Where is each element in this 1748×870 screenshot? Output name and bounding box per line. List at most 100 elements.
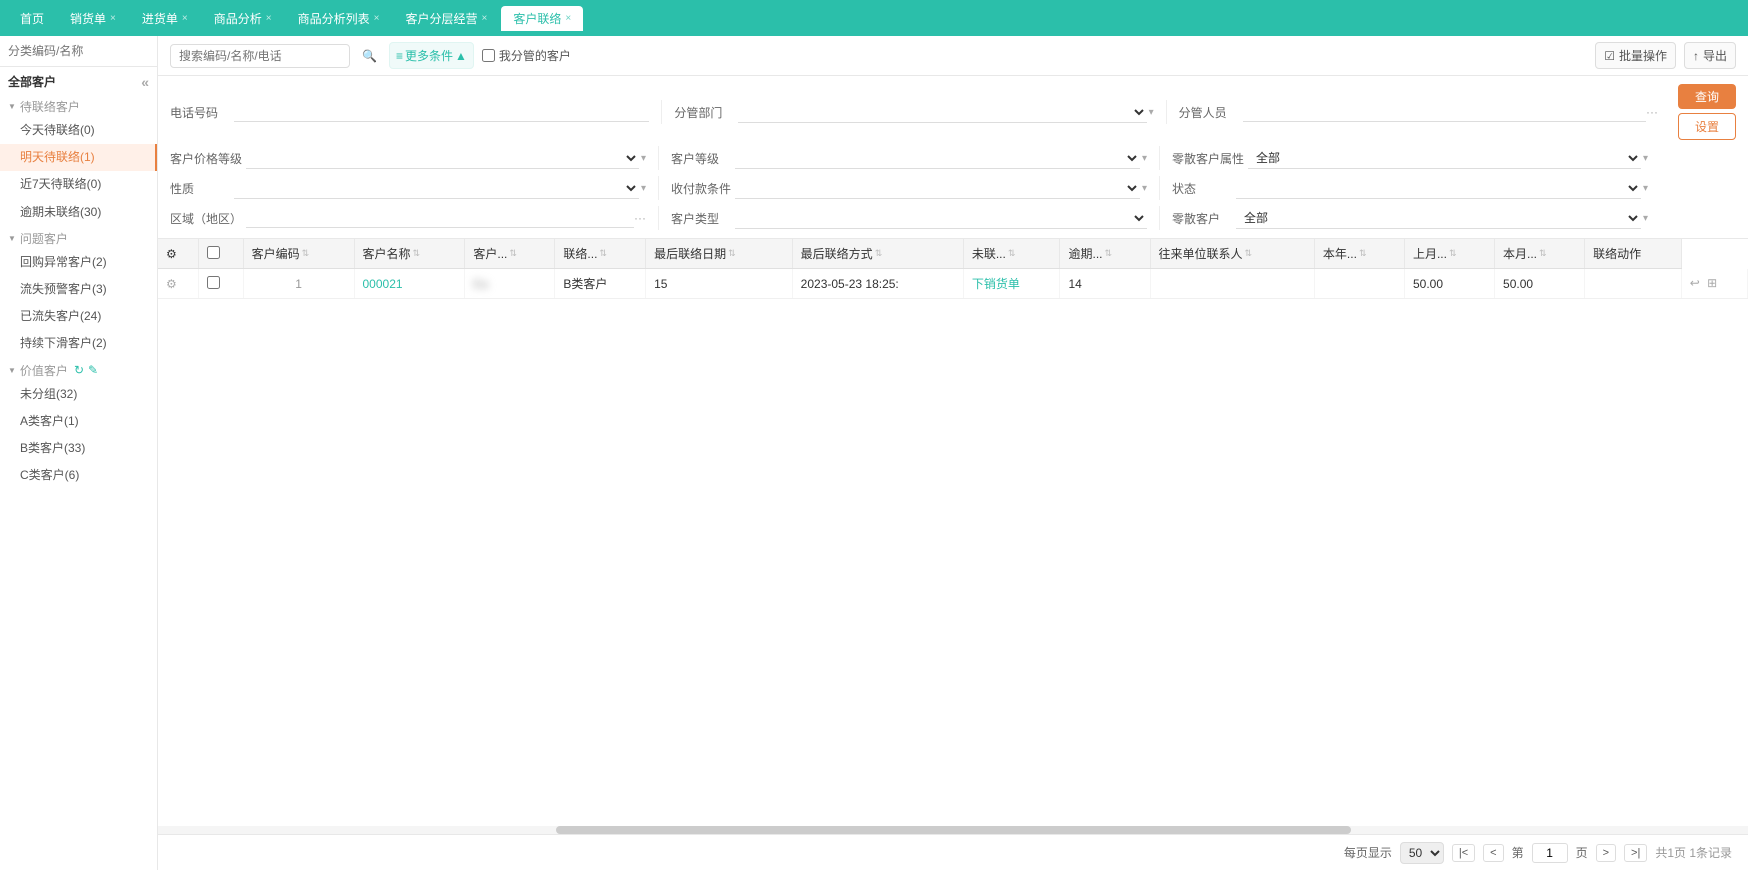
sidebar-item-declining[interactable]: 持续下滑客户(2)	[0, 330, 157, 357]
page-number-input[interactable]	[1532, 843, 1568, 863]
manager-more-icon[interactable]: ···	[1646, 105, 1658, 119]
close-customer-contact[interactable]: ×	[565, 13, 571, 24]
col-action[interactable]: 联络动作	[1585, 239, 1682, 269]
collapse-sidebar-btn[interactable]: «	[141, 74, 149, 90]
prev-page-btn[interactable]: <	[1483, 844, 1503, 862]
retail-cust-select[interactable]: 全部	[1236, 208, 1641, 229]
row-overdue	[1150, 269, 1314, 299]
cust-value-select[interactable]	[246, 148, 639, 169]
first-page-btn[interactable]: |<	[1452, 844, 1475, 862]
filter-row-4: 区域（地区） ··· 客户类型 零散客户 全部 ▾	[170, 206, 1736, 230]
query-button[interactable]: 查询	[1678, 84, 1736, 109]
sidebar-item-churned[interactable]: 已流失客户(24)	[0, 303, 157, 330]
col-gear[interactable]: ⚙	[158, 239, 199, 269]
top-navigation: 首页 销货单 × 进货单 × 商品分析 × 商品分析列表 × 客户分层经营 × …	[0, 0, 1748, 36]
gear-icon[interactable]: ⚙	[166, 247, 177, 261]
close-product-analysis[interactable]: ×	[266, 13, 272, 24]
row-this-year: 50.00	[1404, 269, 1494, 299]
settings-button[interactable]: 设置	[1678, 113, 1736, 140]
sidebar-item-today-contact[interactable]: 今天待联络(0)	[0, 117, 157, 144]
sidebar-item-tomorrow-contact[interactable]: 明天待联络(1)	[0, 144, 157, 171]
nav-product-analysis-list[interactable]: 商品分析列表 ×	[286, 6, 392, 31]
nav-customer-contact[interactable]: 客户联络 ×	[501, 6, 583, 31]
sidebar-item-repurchase-anomaly[interactable]: 回购异常客户(2)	[0, 249, 157, 276]
reply-action-icon[interactable]: ↩	[1690, 276, 1700, 290]
edit-value-icon[interactable]: ✎	[88, 363, 98, 377]
customer-name-link[interactable]: Ea	[473, 277, 488, 291]
filter-row-3: 性质 ▾ 收付款条件 ▾ 状态 ▾	[170, 176, 1736, 200]
per-page-select[interactable]: 50	[1400, 842, 1444, 864]
sidebar-item-7day-contact[interactable]: 近7天待联络(0)	[0, 171, 157, 198]
my-customers-checkbox[interactable]	[482, 49, 495, 62]
cust-level-select[interactable]	[735, 148, 1140, 169]
row-last-method: 下销货单	[963, 269, 1060, 299]
nav-purchase-order[interactable]: 进货单 ×	[130, 6, 200, 31]
refresh-value-icon[interactable]: ↻	[74, 363, 84, 377]
status-select[interactable]	[1236, 178, 1641, 199]
region-input[interactable]	[246, 209, 634, 228]
region-more-icon[interactable]: ···	[634, 211, 646, 225]
sidebar-item-ungrouped[interactable]: 未分组(32)	[0, 381, 157, 408]
col-overdue[interactable]: 逾期... ⇅	[1060, 239, 1150, 269]
customer-code-link[interactable]: 000021	[363, 277, 403, 291]
col-name[interactable]: 客户名称 ⇅	[354, 239, 465, 269]
row-action[interactable]: ↩ ⊞	[1681, 269, 1747, 299]
close-sales-order[interactable]: ×	[110, 13, 116, 24]
all-customers-header: 全部客户 «	[0, 67, 157, 94]
row-checkbox[interactable]	[199, 269, 244, 299]
sidebar-item-overdue-contact[interactable]: 逾期未联络(30)	[0, 199, 157, 226]
col-no-contact[interactable]: 未联... ⇅	[963, 239, 1060, 269]
col-this-year[interactable]: 本年... ⇅	[1314, 239, 1404, 269]
col-checkbox[interactable]	[199, 239, 244, 269]
last-page-btn[interactable]: >|	[1624, 844, 1647, 862]
nav-home[interactable]: 首页	[8, 6, 56, 31]
dept-select[interactable]	[738, 102, 1146, 123]
batch-operation-btn[interactable]: ☑ 批量操作	[1595, 42, 1676, 69]
customer-table: ⚙ 客户编码 ⇅ 客户名称	[158, 239, 1748, 299]
nature-select[interactable]	[234, 178, 639, 199]
close-product-analysis-list[interactable]: ×	[374, 13, 380, 24]
next-page-btn[interactable]: >	[1596, 844, 1616, 862]
manager-input[interactable]	[1243, 103, 1646, 122]
row-contact-person	[1314, 269, 1404, 299]
col-last-contact-method[interactable]: 最后联络方式 ⇅	[792, 239, 963, 269]
my-customers-checkbox-label[interactable]: 我分管的客户	[482, 47, 571, 64]
grid-action-icon[interactable]: ⊞	[1707, 276, 1717, 290]
col-contact-count[interactable]: 联络... ⇅	[555, 239, 646, 269]
col-type[interactable]: 客户... ⇅	[465, 239, 555, 269]
group-problem-customers: ▼ 问题客户	[0, 226, 157, 249]
col-contact-person[interactable]: 往来单位联系人 ⇅	[1150, 239, 1314, 269]
sidebar-search-input[interactable]	[8, 44, 158, 58]
table-row: ⚙ 1 000021 Ea B类客户 15 2023-05-23 18:25: …	[158, 269, 1748, 299]
phone-input[interactable]	[234, 103, 649, 122]
nav-sales-order[interactable]: 销货单 ×	[58, 6, 128, 31]
sidebar-item-churn-warning[interactable]: 流失预警客户(3)	[0, 276, 157, 303]
col-last-month[interactable]: 上月... ⇅	[1404, 239, 1494, 269]
sidebar-search-bar[interactable]: 🔍	[0, 36, 157, 67]
col-code[interactable]: 客户编码 ⇅	[243, 239, 354, 269]
retail-attr-select[interactable]: 全部	[1248, 148, 1641, 169]
payment-select[interactable]	[735, 178, 1140, 199]
export-btn[interactable]: ↑ 导出	[1684, 42, 1736, 69]
search-input[interactable]	[170, 44, 350, 68]
col-this-month[interactable]: 本月... ⇅	[1495, 239, 1585, 269]
nav-customer-segmentation[interactable]: 客户分层经营 ×	[393, 6, 499, 31]
filter-row-2: 客户价格等级 ▾ 客户等级 ▾ 零散客户属性 全部 ▾	[170, 146, 1736, 170]
sidebar-item-b-class[interactable]: B类客户(33)	[0, 435, 157, 462]
select-all-checkbox[interactable]	[207, 246, 220, 259]
row-gear[interactable]: ⚙	[158, 269, 199, 299]
search-icon[interactable]: 🔍	[358, 47, 381, 65]
sidebar-item-a-class[interactable]: A类客户(1)	[0, 408, 157, 435]
sidebar-item-c-class[interactable]: C类客户(6)	[0, 462, 157, 489]
close-customer-segmentation[interactable]: ×	[481, 13, 487, 24]
cust-type-select[interactable]	[735, 208, 1147, 229]
more-conditions-btn[interactable]: ≡ 更多条件 ▲	[389, 42, 474, 69]
col-last-contact-date[interactable]: 最后联络日期 ⇅	[646, 239, 793, 269]
horizontal-scrollbar[interactable]	[158, 826, 1748, 834]
last-method-link[interactable]: 下销货单	[972, 277, 1020, 291]
nav-product-analysis[interactable]: 商品分析 ×	[202, 6, 284, 31]
close-purchase-order[interactable]: ×	[182, 13, 188, 24]
scrollbar-thumb[interactable]	[556, 826, 1351, 834]
cust-level-filter: 客户等级 ▾	[671, 148, 1147, 169]
filter-row-1: 电话号码 分管部门 ▾ 分管人员 ··· 查询 设置	[170, 84, 1736, 140]
